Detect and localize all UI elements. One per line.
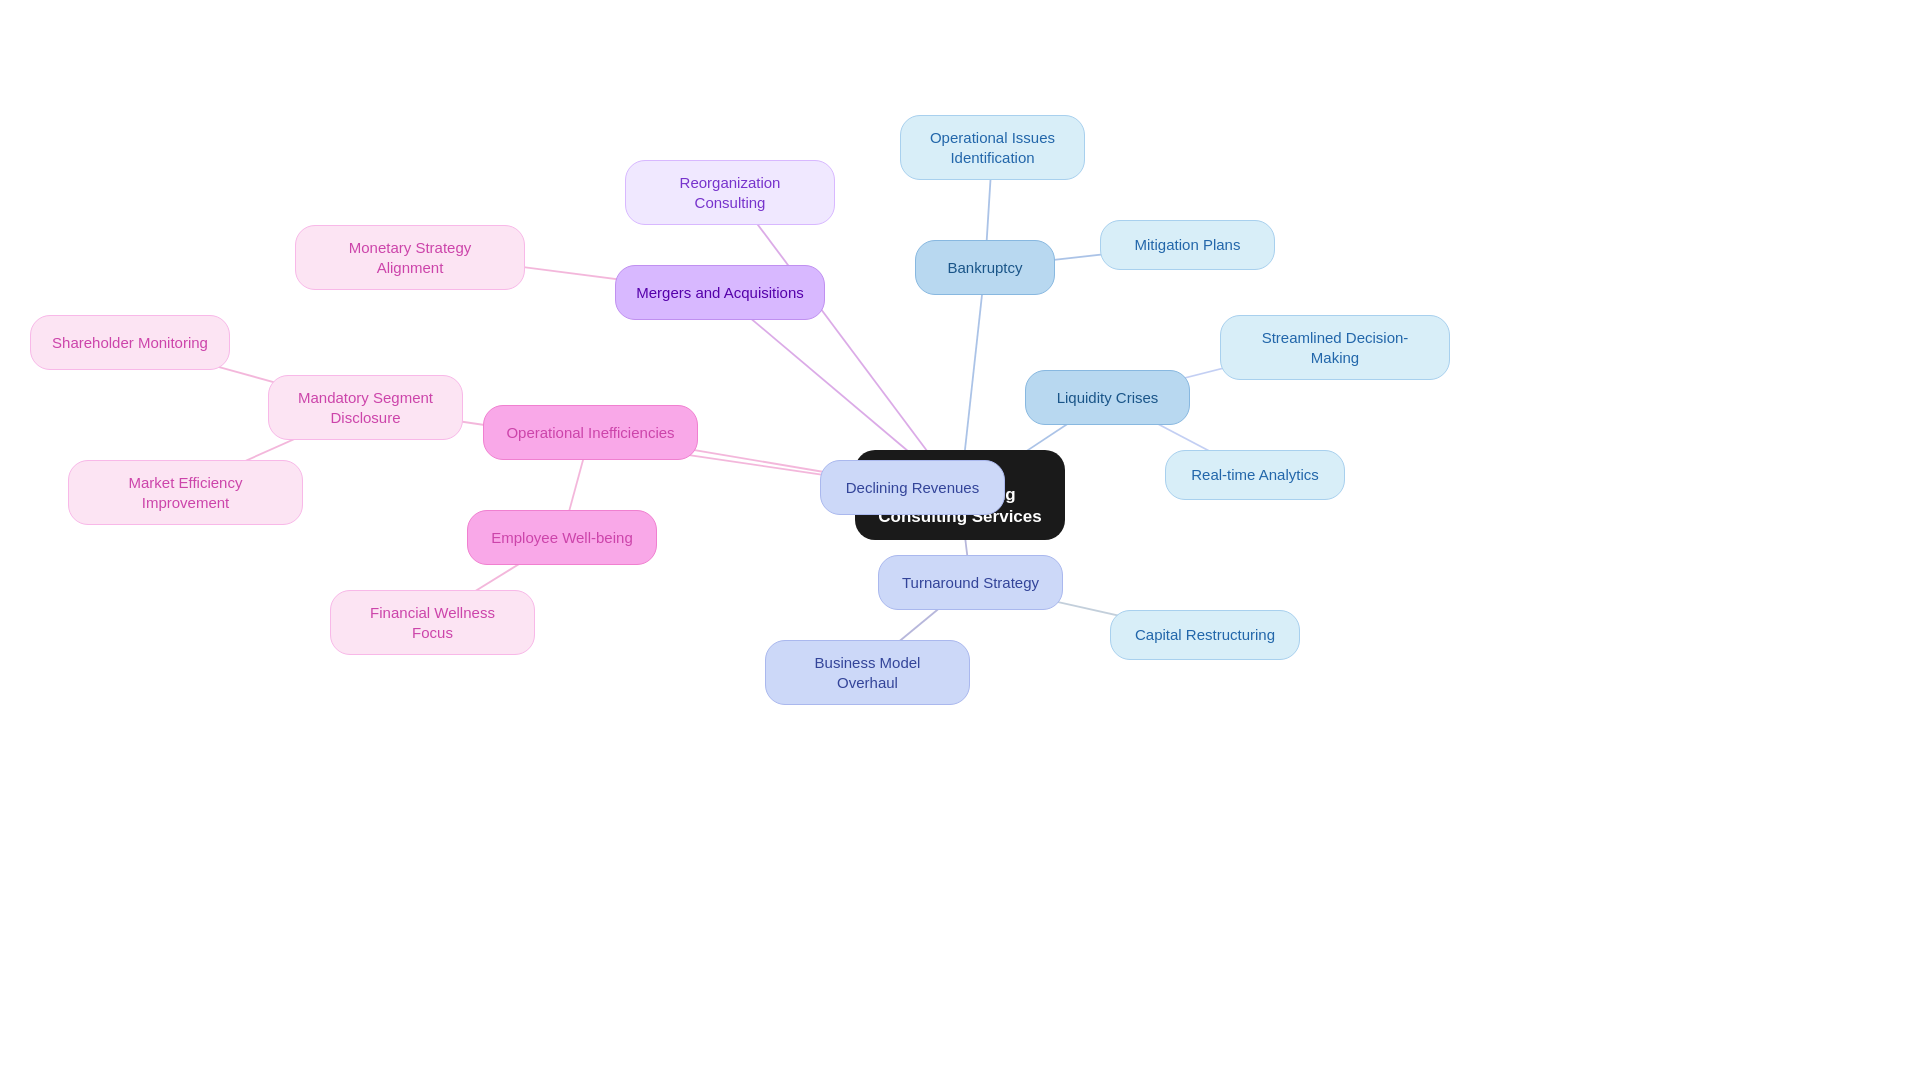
node-bankruptcy[interactable]: Bankruptcy xyxy=(915,240,1055,295)
node-mergers[interactable]: Mergers and Acquisitions xyxy=(615,265,825,320)
node-employee[interactable]: Employee Well-being xyxy=(467,510,657,565)
node-business_model[interactable]: Business Model Overhaul xyxy=(765,640,970,705)
node-market[interactable]: Market Efficiency Improvement xyxy=(68,460,303,525)
node-reorganization[interactable]: Reorganization Consulting xyxy=(625,160,835,225)
node-streamlined[interactable]: Streamlined Decision-Making xyxy=(1220,315,1450,380)
node-mitigation[interactable]: Mitigation Plans xyxy=(1100,220,1275,270)
node-liquidity[interactable]: Liquidity Crises xyxy=(1025,370,1190,425)
node-monetary[interactable]: Monetary Strategy Alignment xyxy=(295,225,525,290)
node-shareholder[interactable]: Shareholder Monitoring xyxy=(30,315,230,370)
node-financial_wellness[interactable]: Financial Wellness Focus xyxy=(330,590,535,655)
node-realtime[interactable]: Real-time Analytics xyxy=(1165,450,1345,500)
mind-map-container: Financial Restructuring Consulting Servi… xyxy=(0,0,1920,1083)
node-mandatory[interactable]: Mandatory Segment Disclosure xyxy=(268,375,463,440)
node-capital[interactable]: Capital Restructuring xyxy=(1110,610,1300,660)
node-operational_issues[interactable]: Operational Issues Identification xyxy=(900,115,1085,180)
node-turnaround[interactable]: Turnaround Strategy xyxy=(878,555,1063,610)
node-operational_ineff[interactable]: Operational Inefficiencies xyxy=(483,405,698,460)
node-declining[interactable]: Declining Revenues xyxy=(820,460,1005,515)
